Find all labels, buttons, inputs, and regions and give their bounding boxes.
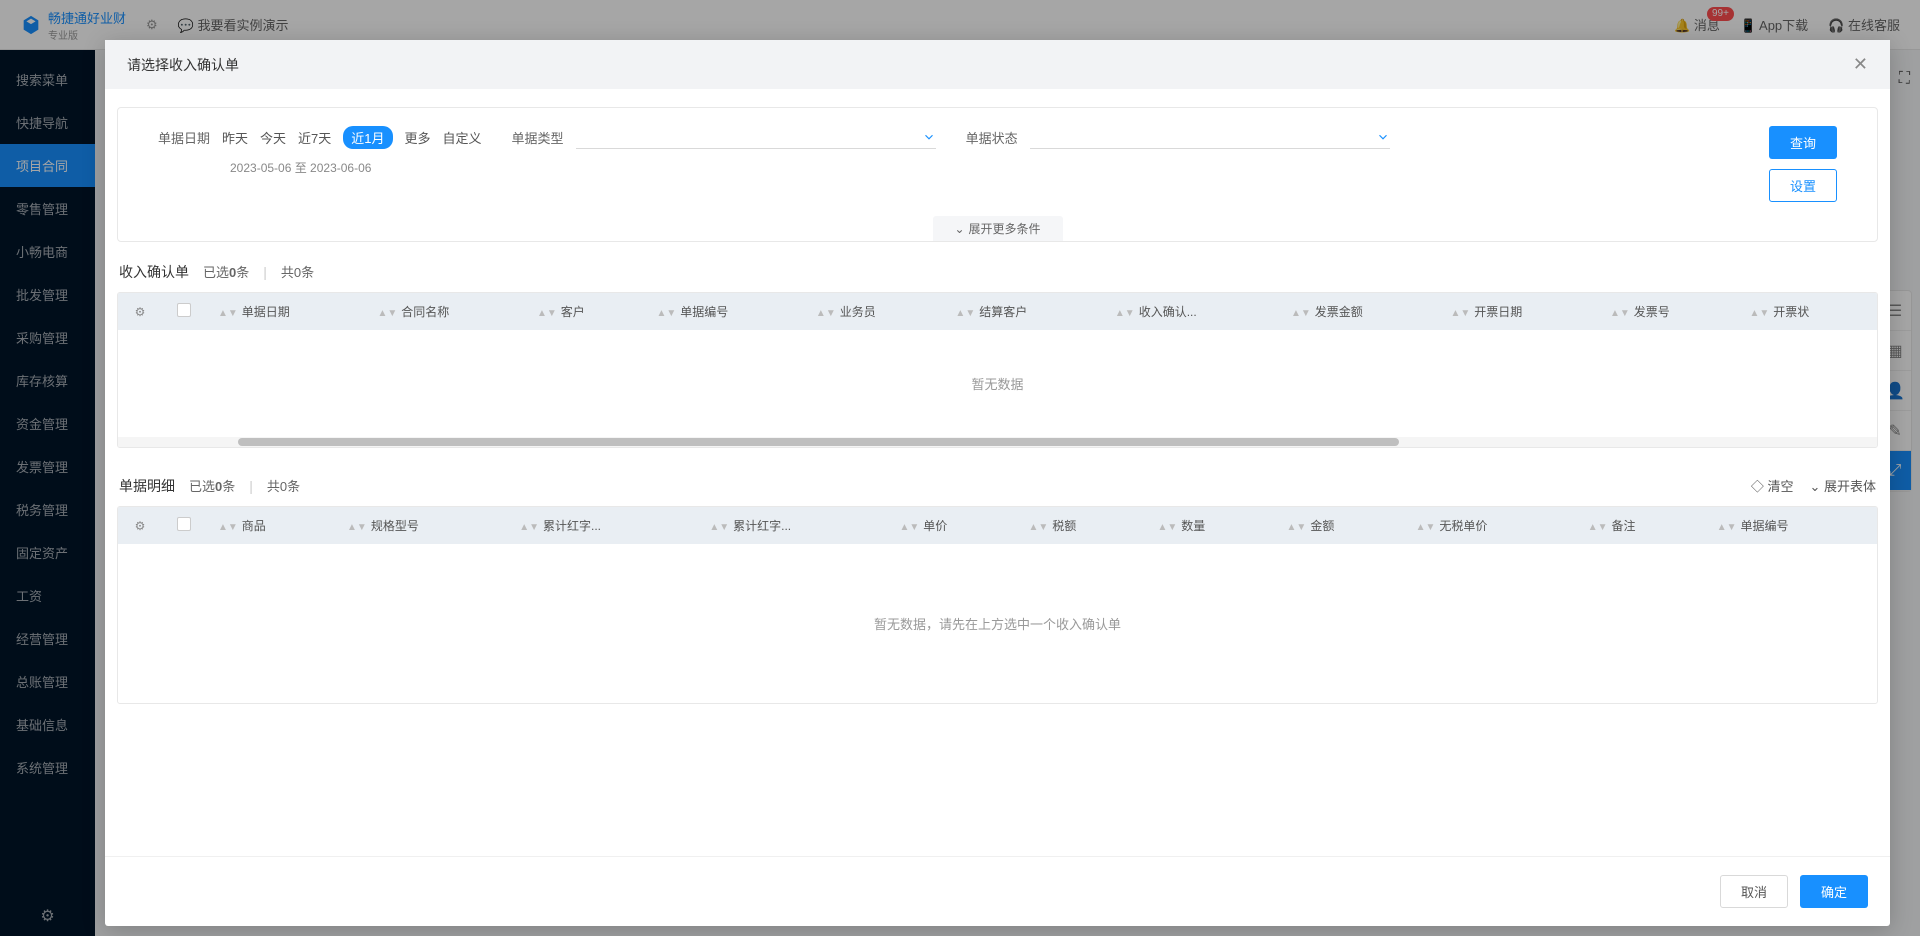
modal-title: 请选择收入确认单	[127, 55, 239, 75]
col-product[interactable]: ▲▼商品	[206, 507, 335, 544]
col-income[interactable]: ▲▼收入确认...	[1103, 293, 1279, 330]
table1-scrollbar[interactable]	[118, 437, 1877, 447]
query-button[interactable]: 查询	[1769, 126, 1837, 159]
status-select[interactable]	[1030, 126, 1390, 149]
table2: ⚙ ▲▼商品 ▲▼规格型号 ▲▼累计红字... ▲▼累计红字... ▲▼单价 ▲…	[117, 506, 1878, 704]
chevron-down-icon	[1376, 130, 1390, 144]
date-tab-yesterday[interactable]: 昨天	[222, 128, 248, 147]
col-date[interactable]: ▲▼单据日期	[206, 293, 365, 330]
col-red2[interactable]: ▲▼累计红字...	[697, 507, 887, 544]
section1-header: 收入确认单 已选0条 | 共0条	[117, 252, 1878, 292]
col-sales[interactable]: ▲▼业务员	[804, 293, 944, 330]
section2-title: 单据明细	[119, 476, 175, 496]
type-select[interactable]	[576, 126, 936, 149]
col-amount[interactable]: ▲▼金额	[1275, 507, 1404, 544]
section2-total: 共0条	[267, 476, 300, 495]
select-income-modal: 请选择收入确认单 ✕ 单据日期 昨天 今天 近7天 近1月 更多 自定义 202…	[105, 40, 1890, 926]
table1-settings-icon[interactable]: ⚙	[118, 293, 162, 330]
status-label: 单据状态	[966, 128, 1018, 147]
filter-settings-button[interactable]: 设置	[1769, 169, 1837, 202]
clear-button[interactable]: ◇ 清空	[1751, 476, 1794, 495]
col-spec[interactable]: ▲▼规格型号	[335, 507, 507, 544]
section1-total: 共0条	[281, 262, 314, 281]
date-tab-custom[interactable]: 自定义	[443, 128, 482, 147]
section1-title: 收入确认单	[119, 262, 189, 282]
cancel-button[interactable]: 取消	[1720, 875, 1788, 908]
double-chevron-down-icon: ⌄	[954, 222, 964, 236]
table2-settings-icon[interactable]: ⚙	[118, 507, 162, 544]
confirm-button[interactable]: 确定	[1800, 875, 1868, 908]
table2-empty: 暂无数据，请先在上方选中一个收入确认单	[118, 544, 1877, 703]
col-docno2[interactable]: ▲▼单据编号	[1705, 507, 1877, 544]
date-tab-week[interactable]: 近7天	[298, 128, 331, 147]
table1: ⚙ ▲▼单据日期 ▲▼合同名称 ▲▼客户 ▲▼单据编号 ▲▼业务员 ▲▼结算客户…	[117, 292, 1878, 448]
col-contract[interactable]: ▲▼合同名称	[365, 293, 524, 330]
col-invoice-status[interactable]: ▲▼开票状	[1737, 293, 1877, 330]
chevron-down-icon	[922, 130, 936, 144]
table1-empty: 暂无数据	[118, 330, 1877, 437]
expand-body-button[interactable]: ⌄ 展开表体	[1809, 476, 1876, 495]
section2-selected: 已选0条	[189, 476, 235, 495]
col-settle[interactable]: ▲▼结算客户	[943, 293, 1102, 330]
col-tax[interactable]: ▲▼税额	[1016, 507, 1145, 544]
type-label: 单据类型	[512, 128, 564, 147]
col-price[interactable]: ▲▼单价	[887, 507, 1016, 544]
col-invoice-date[interactable]: ▲▼开票日期	[1438, 293, 1597, 330]
section1-selected: 已选0条	[203, 262, 249, 281]
col-docno[interactable]: ▲▼单据编号	[644, 293, 803, 330]
col-qty[interactable]: ▲▼数量	[1146, 507, 1275, 544]
col-invoice-amt[interactable]: ▲▼发票金额	[1279, 293, 1438, 330]
section2-header: 单据明细 已选0条 | 共0条 ◇ 清空 ⌄ 展开表体	[117, 466, 1878, 506]
expand-conditions[interactable]: ⌄ 展开更多条件	[933, 216, 1063, 241]
close-icon[interactable]: ✕	[1853, 54, 1868, 75]
col-remark[interactable]: ▲▼备注	[1576, 507, 1705, 544]
date-label: 单据日期	[158, 128, 210, 147]
col-notax[interactable]: ▲▼无税单价	[1404, 507, 1576, 544]
col-red1[interactable]: ▲▼累计红字...	[507, 507, 697, 544]
date-tab-month[interactable]: 近1月	[343, 126, 392, 149]
col-invoice-no[interactable]: ▲▼发票号	[1598, 293, 1738, 330]
col-customer[interactable]: ▲▼客户	[525, 293, 645, 330]
modal-footer: 取消 确定	[105, 856, 1890, 926]
filter-panel: 单据日期 昨天 今天 近7天 近1月 更多 自定义 2023-05-06 至 2…	[117, 107, 1878, 242]
date-filter: 单据日期 昨天 今天 近7天 近1月 更多 自定义 2023-05-06 至 2…	[158, 126, 482, 176]
date-tab-more[interactable]: 更多	[405, 128, 431, 147]
modal-header: 请选择收入确认单 ✕	[105, 40, 1890, 89]
table1-checkall[interactable]	[162, 293, 206, 330]
date-tab-today[interactable]: 今天	[260, 128, 286, 147]
date-range-text: 2023-05-06 至 2023-06-06	[158, 159, 482, 176]
table2-checkall[interactable]	[162, 507, 206, 544]
